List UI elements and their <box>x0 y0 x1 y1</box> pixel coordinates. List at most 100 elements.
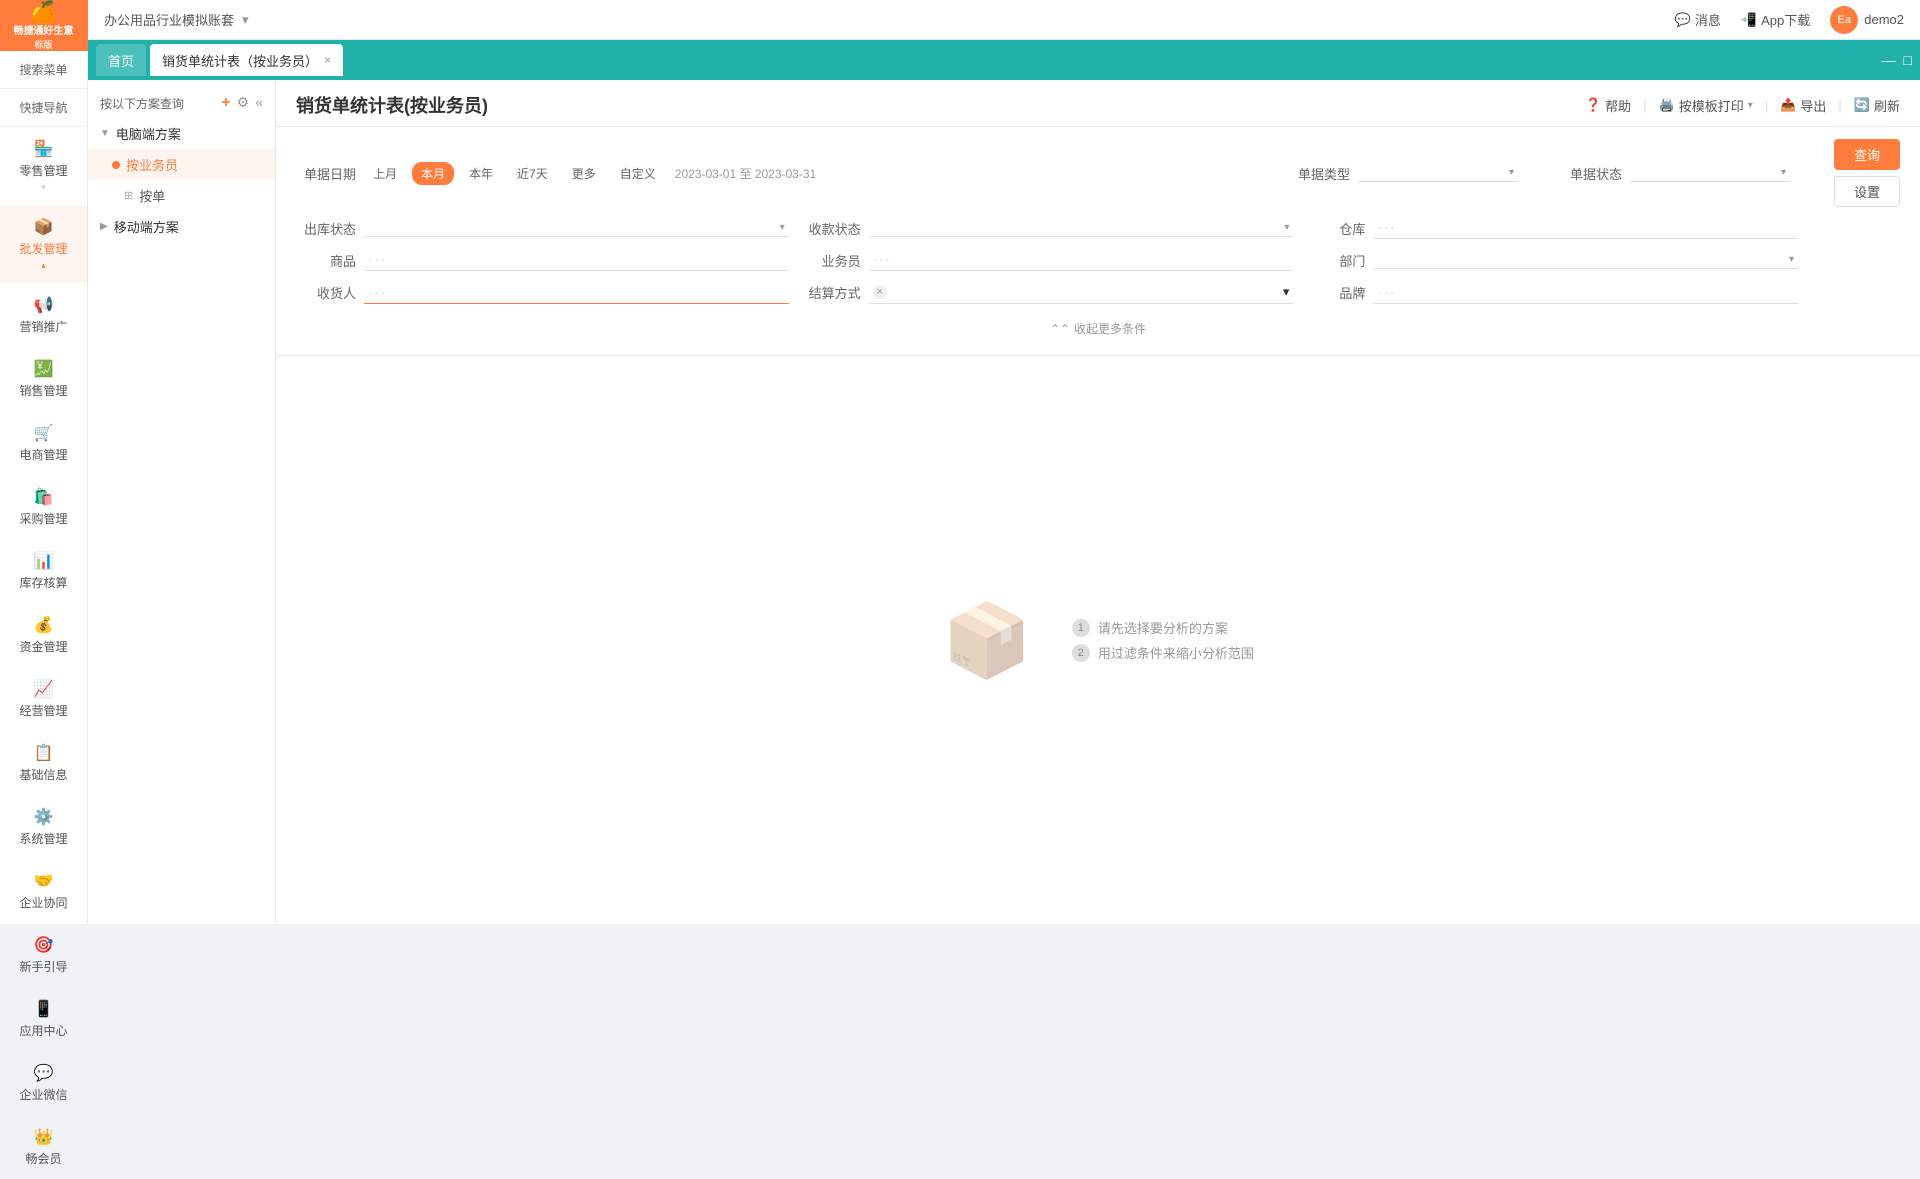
settle-arrow: ▾ <box>1283 284 1290 300</box>
date-last-month[interactable]: 上月 <box>364 162 406 185</box>
query-btn[interactable]: 查询 <box>1834 139 1900 170</box>
quick-nav[interactable]: 快捷导航 <box>0 89 87 127</box>
logo-subtext: 标版 <box>34 38 52 51</box>
scheme-item-salesman[interactable]: 按业务员 <box>88 149 275 180</box>
salesman-input[interactable]: ··· <box>869 249 1294 271</box>
quick-nav-label: 快捷导航 <box>19 101 67 115</box>
scheme-order-label: 按单 <box>139 186 165 205</box>
wholesale-arrow: ▴ <box>41 260 46 271</box>
finance-label: 资金管理 <box>19 638 67 655</box>
warehouse-label: 仓库 <box>1305 219 1365 238</box>
sidebar-item-sales[interactable]: 💹 销售管理 <box>0 347 87 411</box>
settle-clear-icon[interactable]: × <box>873 285 887 299</box>
sales-icon: 💹 <box>34 359 54 379</box>
order-icon: ⊞ <box>124 189 133 202</box>
filter-docstatus-col: 单据状态 ▾ <box>1562 164 1822 183</box>
scheme-group-mobile-title[interactable]: ▶ 移动端方案 <box>88 211 275 242</box>
sidebar-item-apps[interactable]: 📱 应用中心 <box>0 987 87 1051</box>
doctype-select[interactable]: ▾ <box>1358 164 1518 182</box>
active-tab-label: 销货单统计表（按业务员） <box>162 51 318 70</box>
sidebar-item-wechat[interactable]: 💬 企业微信 <box>0 1051 87 1115</box>
tab-active[interactable]: 销货单统计表（按业务员） × <box>150 44 343 76</box>
sidebar-item-member[interactable]: 👑 畅会员 <box>0 1115 87 1179</box>
scheme-group-pc: ▼ 电脑端方案 按业务员 ⊞ 按单 <box>88 118 275 211</box>
operation-label: 经营管理 <box>19 702 67 719</box>
filter-date-col: 单据日期 上月 本月 本年 近7天 更多 自定义 2023-03-01 至 20… <box>296 162 1278 185</box>
settle-select[interactable]: × ▾ <box>869 281 1294 304</box>
receiver-input[interactable]: ··· <box>364 282 789 304</box>
enterprise-icon: 🤝 <box>34 871 54 891</box>
date-this-year[interactable]: 本年 <box>460 162 502 185</box>
page-title: 销货单统计表(按业务员) <box>296 92 488 118</box>
print-dropdown[interactable]: ▾ <box>1748 100 1753 111</box>
user-profile-btn[interactable]: Ea demo2 <box>1830 6 1904 34</box>
sidebar-item-enterprise[interactable]: 🤝 企业协同 <box>0 859 87 923</box>
collapse-panel-icon[interactable]: « <box>255 94 263 112</box>
dept-select[interactable]: ▾ <box>1373 251 1798 269</box>
goods-label: 商品 <box>296 251 356 270</box>
sidebar-item-inventory[interactable]: 📊 库存核算 <box>0 539 87 603</box>
scheme-group-pc-title[interactable]: ▼ 电脑端方案 <box>88 118 275 149</box>
sidebar-item-ecommerce[interactable]: 🛒 电商管理 <box>0 411 87 475</box>
refresh-btn[interactable]: 🔄 刷新 <box>1854 96 1900 115</box>
filter-brand-col: 品牌 ··· <box>1305 282 1798 304</box>
marketing-icon: 📢 <box>34 295 54 315</box>
filter-receiver-col: 收货人 ··· <box>296 282 789 304</box>
collapse-btn[interactable]: ⌃⌃ 收起更多条件 <box>296 314 1900 343</box>
tab-restore-icon[interactable]: □ <box>1904 52 1912 68</box>
help-icon: ❓ <box>1585 97 1601 113</box>
docstatus-arrow: ▾ <box>1781 167 1786 178</box>
warehouse-input[interactable]: ··· <box>1373 217 1798 239</box>
tip-text-2: 用过滤条件来缩小分析范围 <box>1098 643 1254 662</box>
tab-close-icon[interactable]: × <box>324 53 331 67</box>
scheme-group-mobile: ▶ 移动端方案 <box>88 211 275 242</box>
sidebar-item-basic[interactable]: 📋 基础信息 <box>0 731 87 795</box>
top-bar-left: 办公用品行业模拟账套 ▾ <box>104 10 249 29</box>
date-more[interactable]: 更多 <box>563 162 605 185</box>
ecommerce-icon: 🛒 <box>34 423 54 443</box>
help-btn[interactable]: ❓ 帮助 <box>1585 96 1631 115</box>
date-this-month[interactable]: 本月 <box>412 162 454 185</box>
logo-icon: 🍊 <box>30 0 57 26</box>
export-btn[interactable]: 📤 导出 <box>1780 96 1826 115</box>
sidebar-item-finance[interactable]: 💰 资金管理 <box>0 603 87 667</box>
filter-area: 单据日期 上月 本月 本年 近7天 更多 自定义 2023-03-01 至 20… <box>276 127 1920 356</box>
print-btn[interactable]: 🖨️ 按模板打印 ▾ <box>1659 96 1753 115</box>
add-scheme-icon[interactable]: + <box>221 94 230 112</box>
print-icon: 🖨️ <box>1659 97 1675 113</box>
main-area: 办公用品行业模拟账套 ▾ 💬 消息 📲 App下载 Ea demo2 首页 <box>88 0 1920 924</box>
tab-home[interactable]: 首页 <box>96 44 146 76</box>
sidebar-item-purchase[interactable]: 🛍️ 采购管理 <box>0 475 87 539</box>
scheme-item-order[interactable]: ⊞ 按单 <box>88 180 275 211</box>
account-title: 办公用品行业模拟账套 <box>104 10 234 29</box>
receipt-select[interactable]: ▾ <box>869 219 1294 237</box>
message-icon: 💬 <box>1675 12 1691 28</box>
tab-minimize-icon[interactable]: — <box>1882 52 1896 68</box>
settings-scheme-icon[interactable]: ⚙ <box>237 94 250 112</box>
account-dropdown-icon[interactable]: ▾ <box>242 12 249 28</box>
search-menu[interactable]: 搜索菜单 <box>0 51 87 89</box>
sidebar-item-operation[interactable]: 📈 经营管理 <box>0 667 87 731</box>
sidebar-item-marketing[interactable]: 📢 营销推广 <box>0 283 87 347</box>
separator1: | <box>1643 98 1646 113</box>
sidebar-item-system[interactable]: ⚙️ 系统管理 <box>0 795 87 859</box>
apps-label: 应用中心 <box>19 1022 67 1039</box>
collapse-label: 收起更多条件 <box>1074 320 1146 337</box>
filter-doctype-col: 单据类型 ▾ <box>1290 164 1550 183</box>
stockout-select[interactable]: ▾ <box>364 219 789 237</box>
brand-input[interactable]: ··· <box>1373 282 1798 304</box>
app-download-btn[interactable]: 📲 App下载 <box>1741 10 1810 29</box>
basic-label: 基础信息 <box>19 766 67 783</box>
sidebar-item-newbie[interactable]: 🎯 新手引导 <box>0 923 87 987</box>
docstatus-select[interactable]: ▾ <box>1630 164 1790 182</box>
date-custom[interactable]: 自定义 <box>611 162 665 185</box>
settings-btn[interactable]: 设置 <box>1834 176 1900 207</box>
separator3: | <box>1838 98 1841 113</box>
date-7days[interactable]: 近7天 <box>508 162 557 185</box>
sidebar-item-wholesale[interactable]: 📦 批发管理 ▴ <box>0 205 87 283</box>
user-avatar: Ea <box>1830 6 1858 34</box>
sidebar-item-retail[interactable]: 🏪 零售管理 ▾ <box>0 127 87 205</box>
message-btn[interactable]: 💬 消息 <box>1675 10 1721 29</box>
goods-input[interactable]: ··· <box>364 249 789 271</box>
content-area: 按以下方案查询 + ⚙ « ▼ 电脑端方案 按业务员 ⊞ 按单 <box>88 80 1920 924</box>
